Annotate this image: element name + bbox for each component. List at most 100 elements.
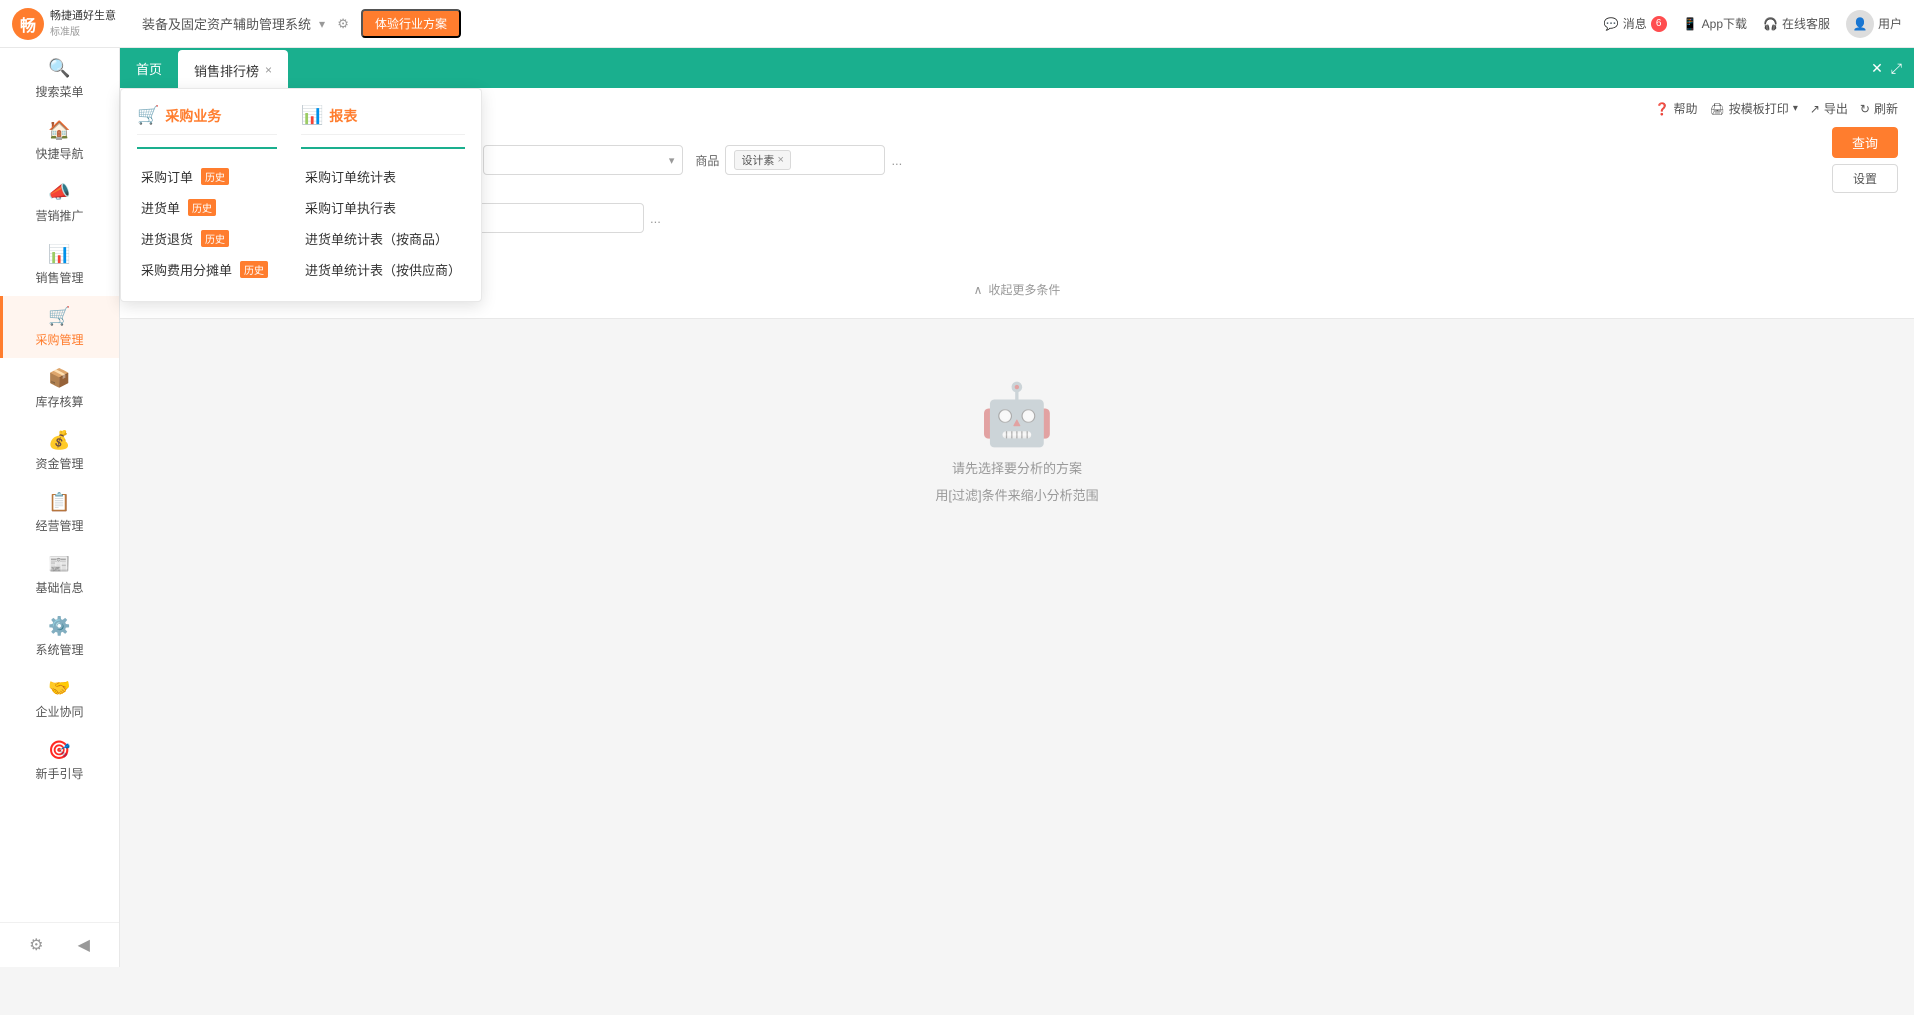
inventory-icon: 📦 (48, 368, 70, 389)
operation-icon: 📋 (48, 492, 70, 513)
dropdown-menu: 🛒 采购业务 采购订单 历史 进货单 历史 进货退货 历史 采购费用分摊单 历史 (120, 88, 482, 302)
dropdown-item-report-1[interactable]: 采购订单执行表 (301, 192, 465, 223)
user-button[interactable]: 👤 用户 (1846, 10, 1902, 38)
dropdown-item-purchase-order[interactable]: 采购订单 历史 (137, 161, 277, 192)
sidebar-item-finance[interactable]: 💰 资金管理 (0, 420, 119, 482)
empty-icon: 🤖 (980, 379, 1055, 450)
history-badge-3: 历史 (240, 261, 268, 278)
finance-icon: 💰 (48, 430, 70, 451)
sidebar-item-quick[interactable]: 🏠 快捷导航 (0, 110, 119, 172)
refresh-button[interactable]: ↻ 刷新 (1860, 100, 1898, 117)
help-icon: ❓ (1655, 102, 1670, 116)
goods-tag-close[interactable]: × (777, 154, 783, 166)
print-dropdown-icon[interactable]: ▾ (1793, 103, 1798, 114)
sidebar: 🔍 搜索菜单 🏠 快捷导航 📣 营销推广 📊 销售管理 🛒 采购管理 📦 库存核… (0, 48, 120, 967)
dropdown-item-expense[interactable]: 采购费用分摊单 历史 (137, 254, 277, 285)
tab-ranking[interactable]: 销售排行榜 × (178, 50, 288, 90)
goods-dots[interactable]: ... (891, 153, 902, 168)
dropdown-item-incoming[interactable]: 进货单 历史 (137, 192, 277, 223)
topbar: 畅 畅捷通好生意 标准版 装备及固定资产辅助管理系统 ▾ ⚙ 体验行业方案 💬 … (0, 0, 1914, 48)
goods-tag: 设计素 × (734, 150, 790, 170)
window-close-icon[interactable]: ✕ (1871, 60, 1883, 77)
marketing-icon: 📣 (48, 182, 70, 203)
dropdown-item-report-3[interactable]: 进货单统计表（按供应商） (301, 254, 465, 285)
sidebar-item-newbie[interactable]: 🎯 新手引导 (0, 730, 119, 792)
empty-hint-2: 用[过滤]条件来缩小分析范围 (935, 485, 1098, 504)
chevron-down-icon[interactable]: ▾ (319, 17, 325, 31)
print-icon: 🖨 (1710, 102, 1725, 116)
newbie-icon: 🎯 (48, 740, 70, 761)
report-divider (301, 147, 465, 149)
avatar: 👤 (1846, 10, 1874, 38)
sidebar-item-operation[interactable]: 📋 经营管理 (0, 482, 119, 544)
message-icon: 💬 (1604, 17, 1619, 31)
setting-button[interactable]: 设置 (1832, 164, 1898, 193)
tabbar: 首页 销售排行榜 × ✕ ⤢ (120, 48, 1914, 88)
basic-icon: 📰 (48, 554, 70, 575)
system-name: 装备及固定资产辅助管理系统 (142, 14, 311, 33)
purchase-divider (137, 147, 277, 149)
dropdown-report-col: 📊 报表 采购订单统计表 采购订单执行表 进货单统计表（按商品） 进货单统计表（… (301, 105, 465, 285)
logo-sub: 标准版 (50, 23, 116, 38)
message-button[interactable]: 💬 消息 6 (1604, 15, 1667, 32)
home-icon: 🏠 (48, 120, 70, 141)
dropdown-purchase-col: 🛒 采购业务 采购订单 历史 进货单 历史 进货退货 历史 采购费用分摊单 历史 (137, 105, 277, 285)
dropdown-purchase-header: 🛒 采购业务 (137, 105, 277, 135)
system-icon: ⚙️ (48, 616, 70, 637)
export-icon: ↗ (1810, 102, 1820, 116)
help-button[interactable]: ❓ 帮助 (1655, 100, 1698, 117)
sidebar-item-search[interactable]: 🔍 搜索菜单 (0, 48, 119, 110)
dropdown-item-report-2[interactable]: 进货单统计表（按商品） (301, 223, 465, 254)
logo-icon: 畅 (12, 8, 44, 40)
history-badge-0: 历史 (201, 168, 229, 185)
headset-icon: 🎧 (1763, 17, 1778, 31)
goods-group: 商品 设计素 × ... (695, 145, 902, 175)
history-badge-1: 历史 (188, 199, 216, 216)
sidebar-item-marketing[interactable]: 📣 营销推广 (0, 172, 119, 234)
empty-state: 🤖 请先选择要分析的方案 用[过滤]条件来缩小分析范围 (120, 319, 1914, 564)
dropdown-report-header: 📊 报表 (301, 105, 465, 135)
sidebar-bottom: ⚙ ◀ (0, 922, 119, 967)
goods-label: 商品 (695, 152, 719, 169)
collapse-up-icon: ∧ (974, 283, 983, 297)
service-button[interactable]: 🎧 在线客服 (1763, 15, 1830, 32)
settings-icon[interactable]: ⚙ (333, 14, 353, 34)
message-badge: 6 (1651, 16, 1667, 32)
status-dropdown-icon: ▾ (669, 154, 675, 167)
tab-close-icon[interactable]: × (265, 63, 272, 77)
dropdown-item-report-0[interactable]: 采购订单统计表 (301, 161, 465, 192)
report-header-icon: 📊 (301, 105, 323, 126)
window-expand-icon[interactable]: ⤢ (1891, 60, 1902, 77)
logo-area: 畅 畅捷通好生意 标准版 (12, 8, 132, 40)
btn-area: 查询 设置 (1832, 127, 1898, 193)
topbar-right: 💬 消息 6 📱 App下载 🎧 在线客服 👤 用户 (1604, 10, 1902, 38)
print-button[interactable]: 🖨 按模板打印 ▾ (1710, 100, 1798, 117)
export-button[interactable]: ↗ 导出 (1810, 100, 1848, 117)
tabbar-right: ✕ ⤢ (1871, 60, 1914, 77)
logo-text: 畅捷通好生意 (50, 9, 116, 23)
purchase-header-icon: 🛒 (137, 105, 159, 126)
status-input[interactable]: ▾ (483, 145, 683, 175)
sidebar-item-basic[interactable]: 📰 基础信息 (0, 544, 119, 606)
history-badge-2: 历史 (201, 230, 229, 247)
query-button[interactable]: 查询 (1832, 127, 1898, 158)
staff-dots[interactable]: ... (650, 211, 661, 226)
collapse-icon[interactable]: ◀ (78, 935, 90, 955)
goods-input[interactable]: 设计素 × (725, 145, 885, 175)
settings-bottom-icon[interactable]: ⚙ (29, 935, 43, 955)
app-download-button[interactable]: 📱 App下载 (1683, 15, 1747, 32)
sidebar-item-system[interactable]: ⚙️ 系统管理 (0, 606, 119, 668)
dropdown-item-return[interactable]: 进货退货 历史 (137, 223, 277, 254)
tab-home[interactable]: 首页 (120, 48, 178, 88)
topbar-system: 装备及固定资产辅助管理系统 ▾ ⚙ 体验行业方案 (142, 9, 1594, 38)
sidebar-item-purchase[interactable]: 🛒 采购管理 (0, 296, 119, 358)
sidebar-item-corp[interactable]: 🤝 企业协同 (0, 668, 119, 730)
sidebar-item-inventory[interactable]: 📦 库存核算 (0, 358, 119, 420)
search-icon: 🔍 (48, 58, 70, 79)
sidebar-item-sales[interactable]: 📊 销售管理 (0, 234, 119, 296)
empty-hint-1: 请先选择要分析的方案 (952, 458, 1082, 477)
corp-icon: 🤝 (48, 678, 70, 699)
phone-icon: 📱 (1683, 17, 1698, 31)
industry-button[interactable]: 体验行业方案 (361, 9, 461, 38)
purchase-icon: 🛒 (48, 306, 70, 327)
